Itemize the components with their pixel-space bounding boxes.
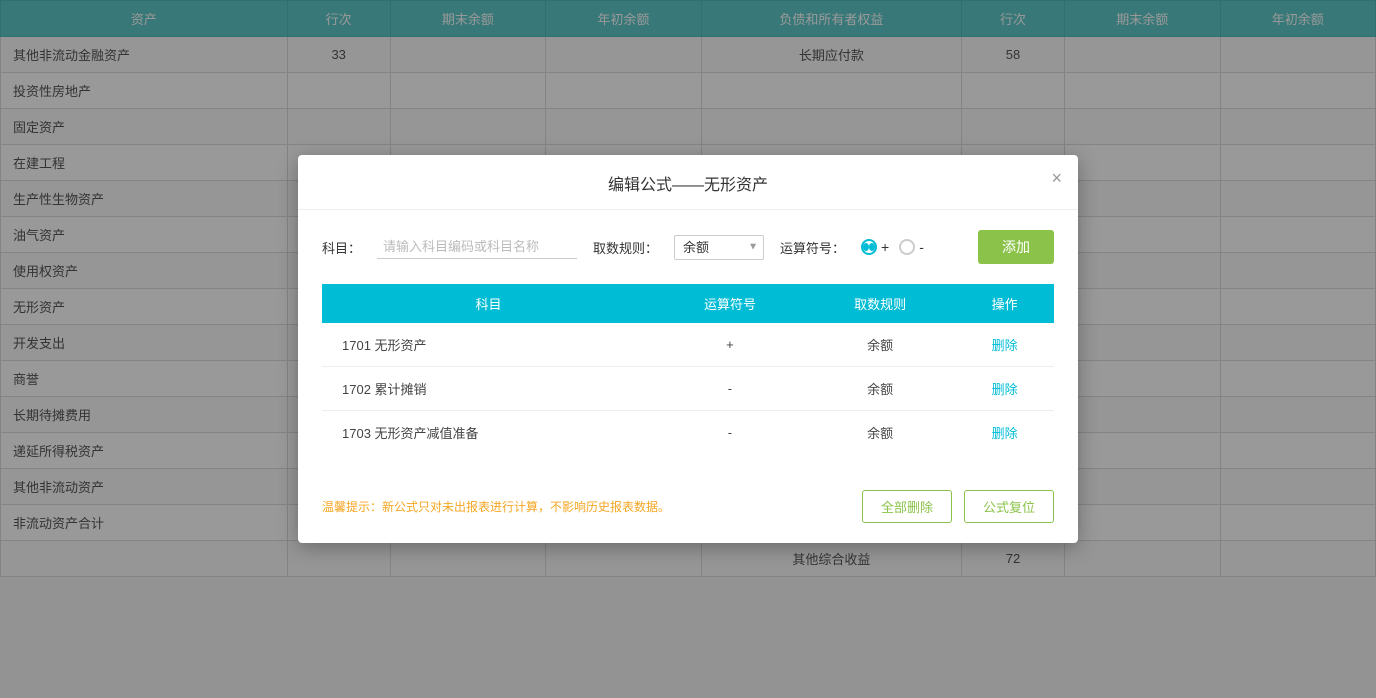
table-header-row: 科目 运算符号 取数规则 操作: [322, 284, 1054, 323]
delete-row1-link[interactable]: 删除: [992, 338, 1018, 353]
operator-plus-radio[interactable]: +: [861, 239, 889, 255]
operator-minus-label: -: [919, 239, 924, 255]
delete-row2-link[interactable]: 删除: [992, 382, 1018, 397]
operator-label: 运算符号：: [780, 238, 845, 257]
row1-operator: +: [655, 323, 805, 367]
add-button[interactable]: 添加: [978, 230, 1054, 264]
col-operator: 运算符号: [655, 284, 805, 323]
row3-operator: -: [655, 411, 805, 455]
row1-rule: 余额: [805, 323, 955, 367]
delete-row3-link[interactable]: 删除: [992, 426, 1018, 441]
radio-minus-icon: [899, 239, 915, 255]
edit-formula-modal: 编辑公式——无形资产 × 科目： 取数规则： 余额 借方发生额 贷方发生额 ▼: [298, 155, 1078, 543]
modal-body: 科目： 取数规则： 余额 借方发生额 贷方发生额 ▼ 运算符号： +: [298, 210, 1078, 474]
operator-minus-radio[interactable]: -: [899, 239, 924, 255]
formula-table: 科目 运算符号 取数规则 操作 1701 无形资产 + 余额 删除 1702 累…: [322, 284, 1054, 454]
row2-action[interactable]: 删除: [955, 367, 1054, 411]
subject-input[interactable]: [377, 235, 577, 259]
footer-hint: 温馨提示：新公式只对未出报表进行计算，不影响历史报表数据。: [322, 498, 670, 515]
subject-label: 科目：: [322, 238, 361, 257]
footer-buttons: 全部删除 公式复位: [862, 490, 1054, 523]
rule-select-wrap: 余额 借方发生额 贷方发生额 ▼: [674, 235, 764, 260]
row2-subject: 1702 累计摊销: [322, 367, 655, 411]
col-subject: 科目: [322, 284, 655, 323]
row3-rule: 余额: [805, 411, 955, 455]
row2-rule: 余额: [805, 367, 955, 411]
operator-group: + -: [861, 239, 924, 255]
row2-operator: -: [655, 367, 805, 411]
reset-formula-button[interactable]: 公式复位: [964, 490, 1054, 523]
delete-all-button[interactable]: 全部删除: [862, 490, 952, 523]
radio-plus-icon: [861, 239, 877, 255]
rule-label: 取数规则：: [593, 238, 658, 257]
rule-select[interactable]: 余额 借方发生额 贷方发生额: [674, 235, 764, 260]
operator-plus-label: +: [881, 239, 889, 255]
row1-action[interactable]: 删除: [955, 323, 1054, 367]
col-action: 操作: [955, 284, 1054, 323]
table-row: 1703 无形资产减值准备 - 余额 删除: [322, 411, 1054, 455]
row1-subject: 1701 无形资产: [322, 323, 655, 367]
row3-action[interactable]: 删除: [955, 411, 1054, 455]
modal-title: 编辑公式——无形资产: [608, 177, 768, 194]
table-row: 1701 无形资产 + 余额 删除: [322, 323, 1054, 367]
table-row: 1702 累计摊销 - 余额 删除: [322, 367, 1054, 411]
modal-header: 编辑公式——无形资产 ×: [298, 155, 1078, 210]
row3-subject: 1703 无形资产减值准备: [322, 411, 655, 455]
modal-footer: 温馨提示：新公式只对未出报表进行计算，不影响历史报表数据。 全部删除 公式复位: [298, 474, 1078, 543]
modal-overlay: 编辑公式——无形资产 × 科目： 取数规则： 余额 借方发生额 贷方发生额 ▼: [0, 0, 1376, 698]
form-row: 科目： 取数规则： 余额 借方发生额 贷方发生额 ▼ 运算符号： +: [322, 230, 1054, 264]
close-button[interactable]: ×: [1051, 169, 1062, 187]
col-rule: 取数规则: [805, 284, 955, 323]
